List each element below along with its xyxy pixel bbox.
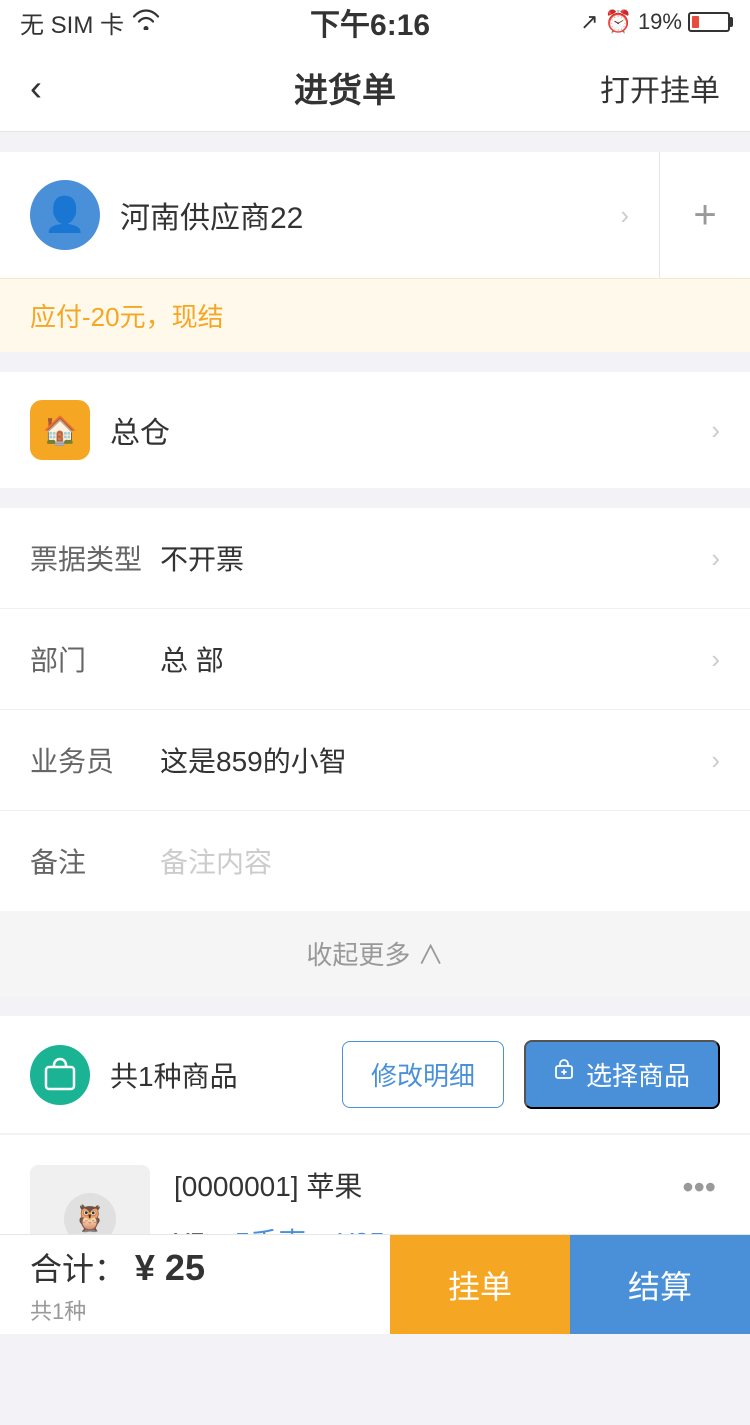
notice-bar: 应付-20元，现结	[0, 278, 750, 352]
invoice-label: 票据类型	[30, 538, 160, 578]
battery-icon	[688, 12, 730, 32]
total-amount: 合计： ¥ 25	[30, 1244, 360, 1290]
warehouse-select-button[interactable]: 🏠 总仓 ›	[0, 372, 750, 488]
remark-label: 备注	[30, 841, 160, 881]
products-header: 共1种商品 修改明细 选择商品	[0, 1016, 750, 1133]
nav-bar: ‹ 进货单 打开挂单	[0, 44, 750, 132]
status-time: 下午6:16	[310, 0, 430, 44]
sales-value: 这是859的小智	[160, 740, 711, 780]
status-left: 无 SIM 卡	[20, 5, 160, 40]
dept-label: 部门	[30, 639, 160, 679]
chevron-right-icon: ›	[711, 543, 720, 574]
warehouse-icon: 🏠	[30, 400, 90, 460]
sales-row[interactable]: 业务员 这是859的小智 ›	[0, 710, 750, 811]
select-product-label: 选择商品	[586, 1056, 690, 1093]
open-pending-button[interactable]: 打开挂单	[600, 66, 720, 110]
chevron-right-icon: ›	[620, 200, 629, 231]
notice-text: 应付-20元，现结	[30, 302, 224, 332]
location-icon: ↗	[580, 9, 598, 35]
product-name: [0000001] 苹果	[174, 1165, 654, 1205]
page-title: 进货单	[294, 63, 396, 112]
collapse-button[interactable]: 收起更多 ∧	[0, 911, 750, 996]
product-code: [0000001]	[174, 1171, 306, 1202]
checkout-button[interactable]: 结算	[570, 1235, 750, 1334]
product-more-button[interactable]: •••	[678, 1165, 720, 1210]
products-count: 共1种商品	[110, 1055, 322, 1095]
total-label: 合计：	[30, 1251, 126, 1287]
form-section: 票据类型 不开票 › 部门 总 部 › 业务员 这是859的小智 › 备注 备注…	[0, 508, 750, 911]
svg-text:🦉: 🦉	[74, 1203, 106, 1233]
invoice-type-row[interactable]: 票据类型 不开票 ›	[0, 508, 750, 609]
remark-input[interactable]: 备注内容	[160, 841, 720, 881]
total-value: ¥ 25	[135, 1247, 205, 1288]
product-title: 苹果	[306, 1171, 362, 1202]
back-button[interactable]: ‹	[30, 67, 90, 109]
invoice-value: 不开票	[160, 538, 711, 578]
chevron-right-icon: ›	[711, 644, 720, 675]
cart-icon	[554, 1059, 578, 1090]
warehouse-name: 总仓	[110, 408, 711, 452]
total-count: 共1种	[30, 1294, 360, 1326]
dept-value: 总 部	[160, 639, 711, 679]
bottom-bar: 合计： ¥ 25 共1种 挂单 结算	[0, 1234, 750, 1334]
supplier-select-button[interactable]: 👤 河南供应商22 ›	[0, 152, 660, 278]
total-section: 合计： ¥ 25 共1种	[0, 1235, 390, 1334]
remark-row[interactable]: 备注 备注内容	[0, 811, 750, 911]
user-icon: 👤	[44, 195, 86, 235]
carrier-label: 无 SIM 卡	[20, 5, 124, 40]
hang-button[interactable]: 挂单	[390, 1235, 570, 1334]
chevron-right-icon: ›	[711, 415, 720, 446]
products-icon	[30, 1045, 90, 1105]
dept-row[interactable]: 部门 总 部 ›	[0, 609, 750, 710]
battery-percent: 19%	[638, 9, 682, 35]
warehouse-section: 🏠 总仓 ›	[0, 372, 750, 488]
avatar: 👤	[30, 180, 100, 250]
supplier-name: 河南供应商22	[120, 193, 620, 237]
select-product-button[interactable]: 选择商品	[524, 1040, 720, 1109]
sales-label: 业务员	[30, 740, 160, 780]
chevron-right-icon: ›	[711, 745, 720, 776]
supplier-add-button[interactable]: +	[660, 152, 750, 278]
status-bar: 无 SIM 卡 下午6:16 ↗ ⏰ 19%	[0, 0, 750, 44]
status-right: ↗ ⏰ 19%	[580, 9, 730, 35]
supplier-section: 👤 河南供应商22 › +	[0, 152, 750, 278]
wifi-icon	[132, 8, 160, 37]
alarm-icon: ⏰	[605, 9, 632, 35]
edit-detail-button[interactable]: 修改明细	[342, 1041, 504, 1108]
